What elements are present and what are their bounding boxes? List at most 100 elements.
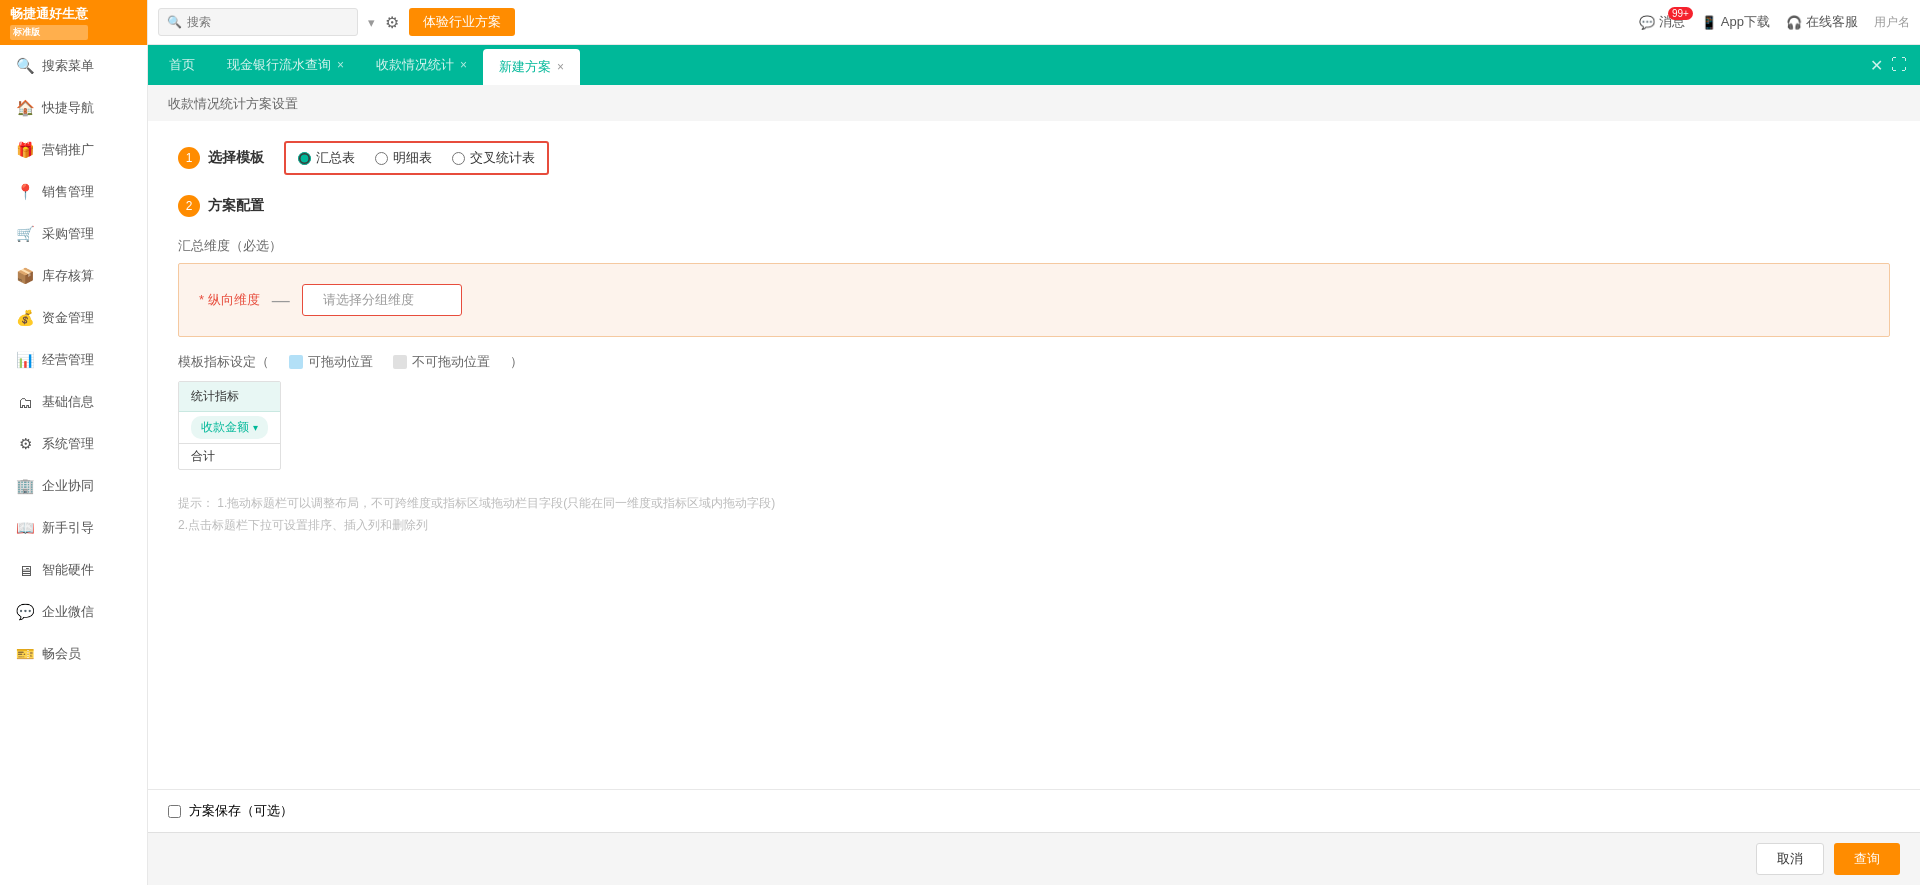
app-download[interactable]: 📱 App下载: [1701, 13, 1770, 31]
drag-box-blue: [289, 355, 303, 369]
tips-section: 提示： 1.拖动标题栏可以调整布局，不可跨维度或指标区域拖动栏目字段(只能在同一…: [178, 493, 1890, 536]
dimension-section-label: 汇总维度（必选）: [178, 237, 1890, 255]
dimension-row: * 纵向维度 — 请选择分组维度: [199, 284, 1869, 316]
sidebar-label-system: 系统管理: [42, 435, 94, 453]
radio-detail[interactable]: 明细表: [375, 149, 432, 167]
sidebar-label-purchase: 采购管理: [42, 225, 94, 243]
close-tab-icon[interactable]: ✕: [1870, 56, 1883, 75]
sidebar-label-inventory: 库存核算: [42, 267, 94, 285]
sidebar-label-wechat: 企业微信: [42, 603, 94, 621]
non-draggable-indicator: 不可拖动位置: [393, 353, 490, 371]
sidebar-item-smart[interactable]: 🖥 智能硬件: [0, 549, 147, 591]
sidebar-icon-marketing: 🎁: [16, 141, 34, 159]
industry-btn[interactable]: 体验行业方案: [409, 8, 515, 36]
sidebar-item-finance[interactable]: 💰 资金管理: [0, 297, 147, 339]
save-checkbox[interactable]: [168, 805, 181, 818]
step1-row: 1 选择模板 汇总表 明细表 交叉统计表: [178, 141, 1890, 175]
sidebar-item-inventory[interactable]: 📦库存核算: [0, 255, 147, 297]
radio-cross-label: 交叉统计表: [470, 149, 535, 167]
page-title-bar: 收款情况统计方案设置: [148, 85, 1920, 121]
sidebar-logo-text: 畅捷通好生意: [10, 5, 88, 23]
sidebar-item-wechat[interactable]: 💬 企业微信: [0, 591, 147, 633]
settings-icon[interactable]: ⚙: [385, 13, 399, 32]
sidebar-item-member[interactable]: 🎫畅会员: [0, 633, 147, 675]
sidebar-logo: 畅捷通好生意 标准版: [0, 0, 147, 45]
sidebar-item-quick-nav[interactable]: 🏠快捷导航: [0, 87, 147, 129]
online-service-label: 在线客服: [1806, 13, 1858, 31]
sidebar-label-operation: 经营管理: [42, 351, 94, 369]
dimension-area: * 纵向维度 — 请选择分组维度: [178, 263, 1890, 337]
radio-summary[interactable]: 汇总表: [298, 149, 355, 167]
dimension-select[interactable]: 请选择分组维度: [302, 284, 462, 316]
sidebar-icon-system: ⚙: [16, 435, 34, 453]
radio-detail-label: 明细表: [393, 149, 432, 167]
sidebar-item-system[interactable]: ⚙ 系统管理: [0, 423, 147, 465]
draggable-label: 可拖动位置: [308, 353, 373, 371]
metric-chevron-icon: ▾: [253, 422, 258, 433]
non-draggable-label: 不可拖动位置: [412, 353, 490, 371]
sidebar-label-marketing: 营销推广: [42, 141, 94, 159]
app-download-label: App下载: [1721, 13, 1770, 31]
sidebar-label-finance: 资金管理: [42, 309, 94, 327]
tab-collection-stats[interactable]: 收款情况统计 ×: [360, 45, 483, 85]
sidebar-icon-smart: 🖥: [16, 562, 34, 579]
stats-section-label: 统计指标: [179, 382, 280, 412]
expand-icon[interactable]: ⛶: [1891, 56, 1907, 74]
metric-tag[interactable]: 收款金额 ▾: [191, 416, 268, 439]
sidebar-item-search[interactable]: 🔍搜索菜单: [0, 45, 147, 87]
sidebar-item-purchase[interactable]: 🛒 采购管理: [0, 213, 147, 255]
radio-summary-input[interactable]: [298, 152, 311, 165]
stats-table-row: 收款金额 ▾: [179, 412, 280, 443]
topbar-right: 💬 消息 99+ 📱 App下载 🎧 在线客服 用户名: [1639, 13, 1910, 31]
radio-cross-input[interactable]: [452, 152, 465, 165]
sidebar-label-search: 搜索菜单: [42, 57, 94, 75]
sidebar: 畅捷通好生意 标准版 🔍搜索菜单🏠快捷导航 🎁 营销推广 📍销售管理 🛒 采购管理 📦库存核…: [0, 0, 148, 885]
sum-row-label: 合计: [191, 449, 215, 463]
vertical-dim-label: * 纵向维度: [199, 291, 260, 309]
radio-cross[interactable]: 交叉统计表: [452, 149, 535, 167]
tab-label-collection-stats: 收款情况统计: [376, 56, 454, 74]
step2-label: 方案配置: [208, 197, 264, 215]
sidebar-label-newbie: 新手引导: [42, 519, 94, 537]
sidebar-item-marketing[interactable]: 🎁 营销推广: [0, 129, 147, 171]
draggable-indicator: 可拖动位置: [289, 353, 373, 371]
tab-new-plan[interactable]: 新建方案 ×: [483, 49, 580, 85]
sidebar-item-sales[interactable]: 📍销售管理: [0, 171, 147, 213]
sidebar-icon-purchase: 🛒: [16, 225, 34, 243]
sidebar-icon-newbie: 📖: [16, 519, 34, 537]
query-button[interactable]: 查询: [1834, 843, 1900, 875]
tip1: 提示： 1.拖动标题栏可以调整布局，不可跨维度或指标区域拖动栏目字段(只能在同一…: [178, 493, 1890, 515]
sidebar-label-smart: 智能硬件: [42, 561, 94, 579]
sidebar-label-quick-nav: 快捷导航: [42, 99, 94, 117]
bottom-save-section: 方案保存（可选）: [148, 789, 1920, 832]
message-badge[interactable]: 💬 消息 99+: [1639, 13, 1685, 31]
sidebar-item-basic[interactable]: 🗂基础信息: [0, 381, 147, 423]
radio-detail-input[interactable]: [375, 152, 388, 165]
drag-box-gray: [393, 355, 407, 369]
tab-close-collection-stats[interactable]: ×: [460, 58, 467, 72]
online-service[interactable]: 🎧 在线客服: [1786, 13, 1858, 31]
tab-home[interactable]: 首页: [153, 45, 211, 85]
sidebar-item-newbie[interactable]: 📖 新手引导: [0, 507, 147, 549]
footer-bar: 取消 查询: [148, 832, 1920, 885]
dimension-arrow-icon: —: [272, 290, 290, 311]
step1-label: 选择模板: [208, 149, 264, 167]
tab-bank-flow[interactable]: 现金银行流水查询 ×: [211, 45, 360, 85]
sidebar-icon-corp: 🏢: [16, 477, 34, 495]
step2-row: 2 方案配置: [178, 195, 1890, 217]
form-section: 1 选择模板 汇总表 明细表 交叉统计表: [148, 121, 1920, 789]
tab-close-new-plan[interactable]: ×: [557, 60, 564, 74]
search-input[interactable]: [187, 15, 349, 29]
stats-table-area: 统计指标 收款金额 ▾ 合计: [178, 381, 281, 470]
sidebar-item-corp[interactable]: 🏢企业协同: [0, 465, 147, 507]
sidebar-icon-wechat: 💬: [16, 603, 34, 621]
tab-close-bank-flow[interactable]: ×: [337, 58, 344, 72]
sidebar-icon-finance: 💰: [16, 309, 34, 327]
sidebar-item-operation[interactable]: 📊 经营管理: [0, 339, 147, 381]
search-chevron-icon[interactable]: ▾: [368, 15, 375, 30]
tabbar-actions: ✕ ⛶: [1870, 56, 1915, 75]
sidebar-icon-operation: 📊: [16, 351, 34, 369]
search-box[interactable]: 🔍: [158, 8, 358, 36]
sidebar-version-tag: 标准版: [10, 25, 88, 40]
cancel-button[interactable]: 取消: [1756, 843, 1824, 875]
